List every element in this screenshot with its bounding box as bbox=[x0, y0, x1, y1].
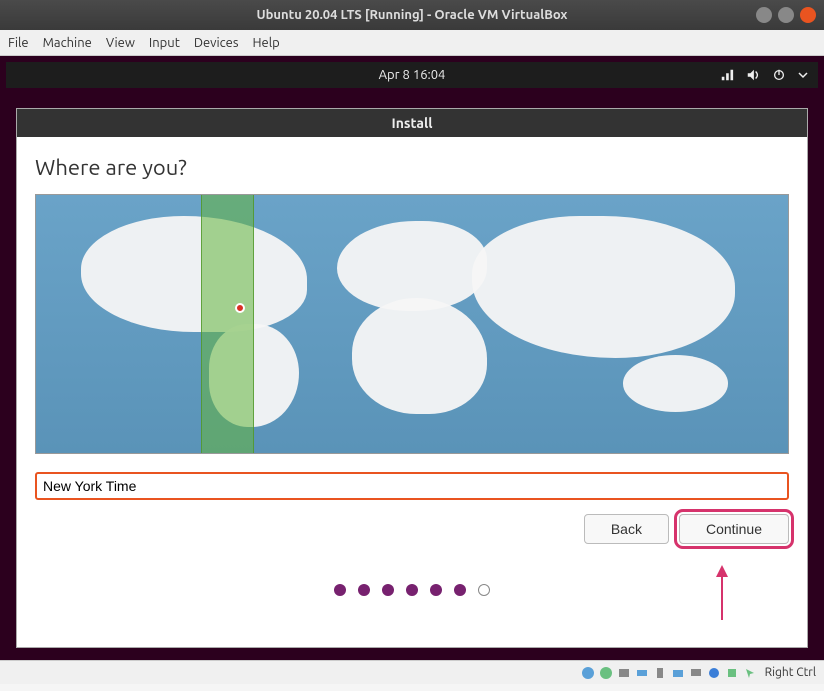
maximize-icon[interactable] bbox=[778, 7, 794, 23]
vbox-statusbar: Right Ctrl bbox=[0, 660, 824, 684]
optical-disk-icon[interactable] bbox=[599, 666, 613, 680]
progress-dots bbox=[35, 584, 789, 596]
menu-help[interactable]: Help bbox=[253, 36, 280, 50]
menu-view[interactable]: View bbox=[106, 36, 135, 50]
menu-devices[interactable]: Devices bbox=[194, 36, 239, 50]
shared-folder-icon[interactable] bbox=[671, 666, 685, 680]
annotation-arrow-icon bbox=[707, 565, 737, 625]
nav-buttons: Back Continue bbox=[35, 514, 789, 544]
close-icon[interactable] bbox=[800, 7, 816, 23]
page-heading: Where are you? bbox=[35, 155, 789, 180]
usb-icon[interactable] bbox=[653, 666, 667, 680]
host-titlebar: Ubuntu 20.04 LTS [Running] - Oracle VM V… bbox=[0, 0, 824, 30]
installer-titlebar: Install bbox=[17, 109, 807, 137]
progress-dot bbox=[382, 584, 394, 596]
progress-dot bbox=[334, 584, 346, 596]
power-icon[interactable] bbox=[772, 68, 786, 82]
cpu-icon[interactable] bbox=[725, 666, 739, 680]
host-window-title: Ubuntu 20.04 LTS [Running] - Oracle VM V… bbox=[8, 8, 816, 22]
host-key-label: Right Ctrl bbox=[765, 666, 816, 679]
progress-dot bbox=[478, 584, 490, 596]
hard-disk-icon[interactable] bbox=[581, 666, 595, 680]
progress-dot bbox=[358, 584, 370, 596]
menu-machine[interactable]: Machine bbox=[43, 36, 92, 50]
gnome-topbar: Apr 8 16:04 bbox=[6, 62, 818, 88]
timezone-map[interactable] bbox=[35, 194, 789, 454]
recording-icon[interactable] bbox=[707, 666, 721, 680]
chevron-down-icon[interactable] bbox=[798, 70, 808, 80]
network-adapter-icon[interactable] bbox=[635, 666, 649, 680]
timezone-input[interactable] bbox=[35, 472, 789, 500]
menu-input[interactable]: Input bbox=[149, 36, 180, 50]
gnome-clock: Apr 8 16:04 bbox=[379, 68, 446, 82]
back-button[interactable]: Back bbox=[584, 514, 669, 544]
vm-display: Apr 8 16:04 Install Where are you? bbox=[0, 56, 824, 660]
menu-file[interactable]: File bbox=[8, 36, 29, 50]
continue-button[interactable]: Continue bbox=[679, 514, 789, 544]
timezone-highlight bbox=[201, 195, 254, 453]
mouse-integration-icon[interactable] bbox=[743, 666, 757, 680]
minimize-icon[interactable] bbox=[756, 7, 772, 23]
installer-window: Install Where are you? Back Continue bbox=[16, 108, 808, 648]
sound-icon[interactable] bbox=[746, 68, 760, 82]
installer-body: Where are you? Back Continue bbox=[17, 137, 807, 647]
audio-icon[interactable] bbox=[617, 666, 631, 680]
progress-dot bbox=[430, 584, 442, 596]
progress-dot bbox=[406, 584, 418, 596]
display-icon[interactable] bbox=[689, 666, 703, 680]
network-icon[interactable] bbox=[720, 68, 734, 82]
host-window-controls bbox=[756, 7, 816, 23]
host-menubar: File Machine View Input Devices Help bbox=[0, 30, 824, 56]
progress-dot bbox=[454, 584, 466, 596]
